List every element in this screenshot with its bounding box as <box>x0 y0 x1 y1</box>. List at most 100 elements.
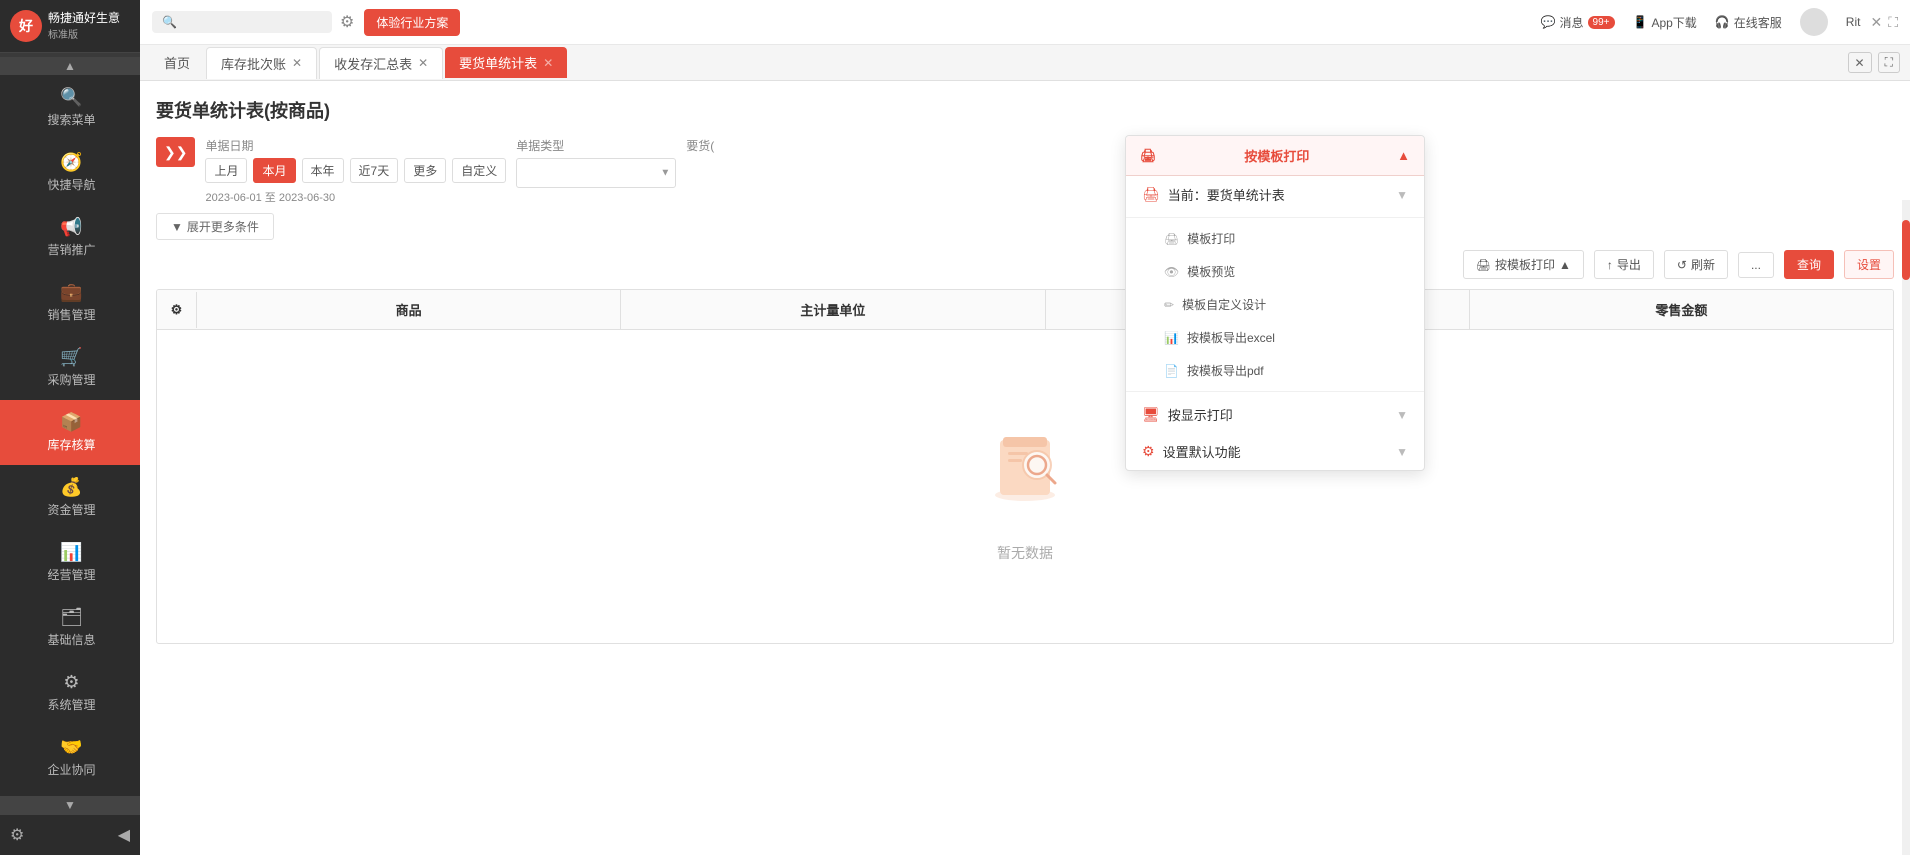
sidebar-logo: 好 畅捷通好生意 标准版 <box>0 0 140 53</box>
export-pdf-label: 按模板导出pdf <box>1187 362 1264 379</box>
date-options-row: 上月 本月 本年 近7天 更多 自定义 <box>205 158 506 183</box>
sidebar-item-label: 采购管理 <box>47 371 95 388</box>
display-print-icon: 🖥 <box>1142 406 1160 423</box>
date-btn-this-year[interactable]: 本年 <box>302 158 344 183</box>
app-name: 畅捷通好生意 <box>48 11 120 27</box>
query-btn[interactable]: 查询 <box>1784 250 1834 279</box>
app-download-btn[interactable]: 📱 App下载 <box>1633 14 1697 31</box>
right-edge-scrollbar-thumb[interactable] <box>1902 220 1910 280</box>
sidebar-item-label: 资金管理 <box>47 501 95 518</box>
filter-toggle-btn[interactable]: ❯❯ <box>156 137 195 167</box>
sidebar-item-basic[interactable]: 🗂 基础信息 <box>0 595 140 660</box>
trial-btn[interactable]: 体验行业方案 <box>364 9 460 36</box>
sidebar-bottom: ⚙ ◀ <box>0 814 140 855</box>
support-icon: 🎧 <box>1715 15 1730 29</box>
close-all-btn[interactable]: ✕ <box>1848 52 1872 73</box>
topbar: 🔍 ⚙ 体验行业方案 💬 消息 99+ 📱 App下载 🎧 在线客服 Rit ✕… <box>140 0 1910 45</box>
dropdown-item-template-print[interactable]: 🖨 模板打印 <box>1126 222 1424 255</box>
template-print-sub-label: 模板打印 <box>1187 230 1235 247</box>
tab-home[interactable]: 首页 <box>150 47 204 78</box>
export-label: 导出 <box>1617 256 1641 273</box>
messages-badge: 99+ <box>1588 16 1615 29</box>
dropdown-expand-icon[interactable]: ▲ <box>1397 148 1410 163</box>
col-settings[interactable]: ⚙ <box>157 292 197 328</box>
messages-btn[interactable]: 💬 消息 99+ <box>1541 14 1615 31</box>
right-edge-scrollbar[interactable] <box>1902 200 1910 855</box>
tab-requisition-stats[interactable]: 要货单统计表 ✕ <box>445 47 567 78</box>
logo-icon: 好 <box>10 10 42 42</box>
default-settings-icon: ⚙ <box>1142 443 1155 460</box>
sidebar-item-finance[interactable]: 💰 资金管理 <box>0 465 140 530</box>
dropdown-item-template-preview[interactable]: 👁 模板预览 <box>1126 255 1424 288</box>
date-btn-this-month[interactable]: 本月 <box>253 158 295 183</box>
refresh-label: 刷新 <box>1691 256 1715 273</box>
sidebar-item-purchase[interactable]: 🛒 采购管理 <box>0 335 140 400</box>
basic-icon: 🗂 <box>60 607 83 628</box>
online-support-label: 在线客服 <box>1734 14 1782 31</box>
tab-receipt-summary[interactable]: 收发存汇总表 ✕ <box>319 47 443 79</box>
topbar-gear-icon[interactable]: ⚙ <box>340 12 354 32</box>
export-icon: ↑ <box>1607 258 1613 272</box>
template-print-btn[interactable]: 🖨 按模板打印 ▲ <box>1463 250 1584 279</box>
table-header: ⚙ 商品 主计量单位 主数量 零售金额 <box>157 290 1893 330</box>
date-btn-last-month[interactable]: 上月 <box>205 158 247 183</box>
settings-bottom-icon[interactable]: ⚙ <box>10 825 24 845</box>
sidebar-item-label: 系统管理 <box>47 696 95 713</box>
online-support-btn[interactable]: 🎧 在线客服 <box>1715 14 1782 31</box>
dropdown-item-export-excel[interactable]: 📊 按模板导出excel <box>1126 321 1424 354</box>
date-btn-more[interactable]: 更多 <box>404 158 446 183</box>
expand-more-btn[interactable]: ▼ 展开更多条件 <box>156 213 274 240</box>
col-goods: 商品 <box>197 290 621 329</box>
sidebar-item-inventory[interactable]: 📦 库存核算 <box>0 400 140 465</box>
dropdown-title: 按模板打印 <box>1244 146 1309 165</box>
tab-inventory-batch-close[interactable]: ✕ <box>292 56 302 70</box>
date-btn-custom[interactable]: 自定义 <box>452 158 506 183</box>
type-select[interactable] <box>516 158 676 188</box>
finance-icon: 💰 <box>60 477 82 498</box>
col-unit: 主计量单位 <box>621 290 1045 329</box>
username-label: Rit <box>1846 15 1861 29</box>
tab-inventory-batch[interactable]: 库存批次账 ✕ <box>206 47 317 79</box>
dropdown-header: 🖨 按模板打印 ▲ <box>1126 136 1424 176</box>
sidebar-scroll-up[interactable]: ▲ <box>0 57 140 75</box>
sidebar-scroll-down[interactable]: ▼ <box>0 796 140 814</box>
display-print-arrow-icon: ▼ <box>1396 408 1408 422</box>
goods-filter-group: 要货( <box>686 137 714 154</box>
settings-btn[interactable]: 设置 <box>1844 250 1894 279</box>
dropdown-display-print[interactable]: 🖥 按显示打印 ▼ <box>1126 396 1424 433</box>
export-btn[interactable]: ↑ 导出 <box>1594 250 1654 279</box>
dropdown-divider-2 <box>1126 391 1424 392</box>
collapse-icon[interactable]: ◀ <box>118 825 130 845</box>
sidebar-item-marketing[interactable]: 📢 营销推广 <box>0 205 140 270</box>
sidebar-item-enterprise[interactable]: 🤝 企业协同 <box>0 725 140 790</box>
filter-more-row: ▼ 展开更多条件 <box>156 213 1894 240</box>
dropdown-item-template-design[interactable]: ✏ 模板自定义设计 <box>1126 288 1424 321</box>
sidebar-item-system[interactable]: ⚙ 系统管理 <box>0 660 140 725</box>
sidebar-item-quicknav[interactable]: 🧭 快捷导航 <box>0 140 140 205</box>
window-close-btn[interactable]: ✕ <box>1870 14 1882 31</box>
data-table: ⚙ 商品 主计量单位 主数量 零售金额 <box>156 289 1894 644</box>
expand-label: 展开更多条件 <box>187 218 259 235</box>
more-btn[interactable]: ... <box>1738 252 1774 278</box>
tabs-actions: ✕ ⛶ <box>1848 52 1900 73</box>
sidebar-item-sales[interactable]: 💼 销售管理 <box>0 270 140 335</box>
dropdown-item-export-pdf[interactable]: 📄 按模板导出pdf <box>1126 354 1424 387</box>
dropdown-default-settings[interactable]: ⚙ 设置默认功能 ▼ <box>1126 433 1424 470</box>
refresh-btn[interactable]: ↺ 刷新 <box>1664 250 1728 279</box>
app-version: 标准版 <box>48 26 120 41</box>
date-filter-label: 单据日期 <box>205 137 506 154</box>
date-btn-last-7-days[interactable]: 近7天 <box>350 158 399 183</box>
expand-btn[interactable]: ⛶ <box>1878 52 1900 73</box>
window-maximize-btn[interactable]: ⛶ <box>1888 14 1898 31</box>
tab-receipt-summary-close[interactable]: ✕ <box>418 56 428 70</box>
dropdown-current-item[interactable]: 🖨 当前：要货单统计表 ▼ <box>1126 176 1424 213</box>
tab-requisition-stats-close[interactable]: ✕ <box>543 56 553 70</box>
sidebar-item-search[interactable]: 🔍 搜索菜单 <box>0 75 140 140</box>
topbar-search-box[interactable]: 🔍 <box>152 11 332 33</box>
sidebar-item-label: 营销推广 <box>47 241 95 258</box>
export-excel-icon: 📊 <box>1164 331 1179 345</box>
sidebar-item-operation[interactable]: 📊 经营管理 <box>0 530 140 595</box>
refresh-icon: ↺ <box>1677 258 1687 272</box>
user-avatar[interactable] <box>1800 8 1828 36</box>
col-retail-amount: 零售金额 <box>1470 290 1893 329</box>
